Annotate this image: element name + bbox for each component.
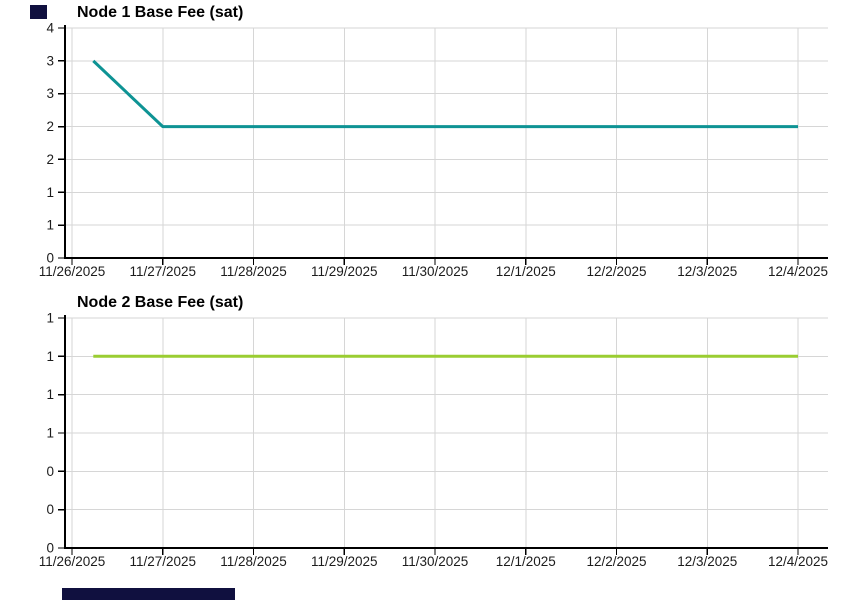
y-tick-label: 0 <box>46 502 54 517</box>
x-tick-labels: 11/26/2025 11/27/2025 11/28/2025 11/29/2025… <box>39 554 828 569</box>
x-tick-label: 11/28/2025 <box>220 264 287 279</box>
x-tick-label: 12/1/2025 <box>496 264 556 279</box>
x-tick-label: 12/1/2025 <box>496 554 556 569</box>
x-tick-label: 11/28/2025 <box>220 554 287 569</box>
x-tick-label: 11/27/2025 <box>129 264 196 279</box>
gridlines <box>66 27 828 259</box>
x-tick-label: 11/30/2025 <box>402 554 469 569</box>
y-tick-label: 0 <box>46 464 54 479</box>
x-tick-label: 11/29/2025 <box>311 554 378 569</box>
x-tick-labels: 11/26/2025 11/27/2025 11/28/2025 11/29/2025… <box>39 264 828 279</box>
y-tick-label: 2 <box>46 119 54 134</box>
y-tick-label: 1 <box>46 311 54 326</box>
y-tick-label: 1 <box>46 387 54 402</box>
gridlines <box>66 317 828 549</box>
y-tick-label: 1 <box>46 185 54 200</box>
node1-chart-plot: 4332211011/26/2025 11/27/2025 11/28/2025 11… <box>39 21 828 280</box>
x-tick-label: 11/26/2025 <box>39 554 106 569</box>
node1-base-fee-chart: Node 1 Base Fee (sat) 4 3 3 2 2 1 1 0 11/26/2025… <box>0 0 860 290</box>
y-tick-label: 3 <box>46 86 54 101</box>
y-tick-label: 4 <box>46 21 54 36</box>
x-tick-label: 12/3/2025 <box>677 554 737 569</box>
y-tick-label: 3 <box>46 53 54 68</box>
tick-marks <box>58 27 799 265</box>
x-tick-label: 11/30/2025 <box>402 264 469 279</box>
y-tick-label: 1 <box>46 426 54 441</box>
y-tick-label: 1 <box>46 218 54 233</box>
dark-overlay-bar-top-left <box>30 5 47 19</box>
axes <box>64 315 828 549</box>
x-tick-label: 12/2/2025 <box>586 264 646 279</box>
tick-marks <box>58 317 799 555</box>
y-tick-label: 1 <box>46 349 54 364</box>
y-tick-labels: 1111000 <box>46 311 54 556</box>
x-tick-label: 12/4/2025 <box>768 264 828 279</box>
x-tick-label: 11/29/2025 <box>311 264 378 279</box>
x-tick-label: 11/27/2025 <box>129 554 196 569</box>
y-tick-label: 2 <box>46 152 54 167</box>
x-tick-label: 12/2/2025 <box>586 554 646 569</box>
node2-chart-plot: 111100011/26/2025 11/27/2025 11/28/2025 11/… <box>39 311 828 570</box>
x-tick-label: 11/26/2025 <box>39 264 106 279</box>
node2-base-fee-chart: Node 2 Base Fee (sat) 1 1 1 1 0 0 0 11/26/2025 1… <box>0 290 860 600</box>
x-tick-label: 12/4/2025 <box>768 554 828 569</box>
dark-overlay-bar-bottom <box>62 588 235 600</box>
x-tick-label: 12/3/2025 <box>677 264 737 279</box>
y-tick-labels: 43322110 <box>46 21 54 266</box>
axes <box>64 25 828 259</box>
